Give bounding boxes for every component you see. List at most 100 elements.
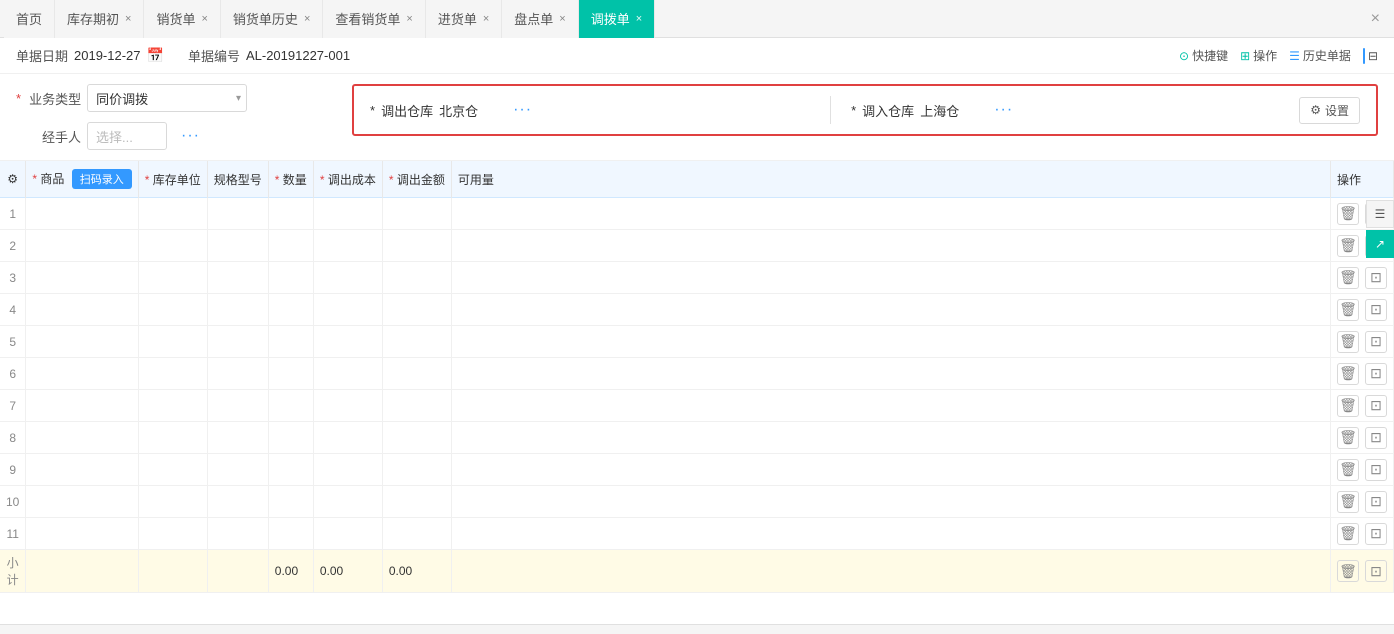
row-spec <box>207 454 268 486</box>
row-cost <box>313 358 382 390</box>
delete-icon[interactable]: 🗑 <box>1337 235 1359 257</box>
row-amount <box>382 422 451 454</box>
row-unit <box>138 390 207 422</box>
row-product[interactable] <box>26 422 138 454</box>
person-more-btn[interactable]: ··· <box>181 127 200 145</box>
row-cost <box>313 422 382 454</box>
tab-sales-order[interactable]: 销货单 × <box>144 0 220 38</box>
copy-icon[interactable]: ⊡ <box>1365 363 1387 385</box>
delete-icon[interactable]: 🗑 <box>1337 523 1359 545</box>
copy-icon[interactable]: ⊡ <box>1365 395 1387 417</box>
row-num: 8 <box>0 422 26 454</box>
row-product[interactable] <box>26 358 138 390</box>
close-tab-transfer[interactable]: × <box>636 13 642 25</box>
tab-purchase[interactable]: 进货单 × <box>426 0 502 38</box>
table-row: 11 🗑 ⊡ <box>0 518 1394 550</box>
row-product[interactable] <box>26 198 138 230</box>
main-content: 单据日期 2019-12-27 📅 单据编号 AL-20191227-001 ⊙… <box>0 38 1394 634</box>
business-type-select-wrapper[interactable]: 同价调拨 ▾ <box>87 84 247 112</box>
warehouse-in-label: 调入仓库 <box>862 101 914 120</box>
row-cost <box>313 486 382 518</box>
row-product[interactable] <box>26 294 138 326</box>
th-unit: * 库存单位 <box>138 161 207 198</box>
row-amount <box>382 326 451 358</box>
delete-icon[interactable]: 🗑 <box>1337 395 1359 417</box>
scrollbar-area[interactable] <box>0 624 1394 634</box>
delete-icon[interactable]: 🗑 <box>1337 427 1359 449</box>
tab-inventory-init[interactable]: 库存期初 × <box>55 0 144 38</box>
tab-home[interactable]: 首页 <box>4 0 55 38</box>
row-amount <box>382 358 451 390</box>
close-tab-view-sales[interactable]: × <box>406 13 412 25</box>
row-amount <box>382 390 451 422</box>
row-unit <box>138 454 207 486</box>
person-placeholder[interactable]: 选择... <box>87 122 167 150</box>
delete-icon[interactable]: 🗑 <box>1337 560 1359 582</box>
row-spec <box>207 518 268 550</box>
close-all-tabs[interactable]: × <box>1361 10 1390 28</box>
row-cost <box>313 294 382 326</box>
copy-icon[interactable]: ⊡ <box>1365 459 1387 481</box>
warehouse-section: * 调出仓库 北京仓 ··· * 调入仓库 上海仓 ··· ⚙ 设置 <box>352 84 1378 136</box>
row-amount <box>382 230 451 262</box>
row-qty <box>268 486 313 518</box>
right-tool-expand[interactable]: ↗ <box>1366 230 1394 258</box>
copy-icon[interactable]: ⊡ <box>1365 299 1387 321</box>
delete-icon[interactable]: 🗑 <box>1337 299 1359 321</box>
row-num: 9 <box>0 454 26 486</box>
delete-icon[interactable]: 🗑 <box>1337 459 1359 481</box>
delete-icon[interactable]: 🗑 <box>1337 267 1359 289</box>
row-product[interactable] <box>26 486 138 518</box>
settings-button[interactable]: ⚙ 设置 <box>1299 97 1360 124</box>
copy-icon[interactable]: ⊡ <box>1365 523 1387 545</box>
th-gear[interactable]: ⚙ <box>0 161 26 198</box>
row-ops: 🗑 ⊡ <box>1331 518 1394 550</box>
delete-icon[interactable]: 🗑 <box>1337 363 1359 385</box>
table-row: 2 🗑 ⊡ <box>0 230 1394 262</box>
row-product[interactable] <box>26 390 138 422</box>
delete-icon[interactable]: 🗑 <box>1337 203 1359 225</box>
copy-icon[interactable]: ⊡ <box>1365 427 1387 449</box>
row-cost <box>313 230 382 262</box>
copy-icon[interactable]: ⊡ <box>1365 560 1387 582</box>
calendar-icon[interactable]: 📅 <box>147 47 164 64</box>
row-product[interactable] <box>26 262 138 294</box>
business-type-select[interactable]: 同价调拨 <box>87 84 247 112</box>
close-tab-sales-order[interactable]: × <box>201 13 207 25</box>
row-num: 2 <box>0 230 26 262</box>
scan-button[interactable]: 扫码录入 <box>72 169 132 189</box>
tab-view-sales[interactable]: 查看销货单 × <box>323 0 425 38</box>
shortcut-btn[interactable]: ⊙ 快捷键 <box>1179 47 1228 64</box>
warehouse-in-field: * 调入仓库 上海仓 ··· <box>851 101 1291 120</box>
ops-btn[interactable]: ⊞ 操作 <box>1240 47 1277 64</box>
tab-inventory-check[interactable]: 盘点单 × <box>502 0 578 38</box>
row-unit <box>138 326 207 358</box>
right-tool-list[interactable]: ☰ <box>1366 200 1394 228</box>
close-tab-inventory-check[interactable]: × <box>559 13 565 25</box>
warehouse-out-more-btn[interactable]: ··· <box>513 101 532 119</box>
tab-transfer[interactable]: 调拨单 × <box>579 0 655 38</box>
table-row: 3 🗑 ⊡ <box>0 262 1394 294</box>
row-avail <box>451 230 1330 262</box>
copy-icon[interactable]: ⊡ <box>1365 491 1387 513</box>
row-product[interactable] <box>26 518 138 550</box>
close-tab-purchase[interactable]: × <box>483 13 489 25</box>
table-row: 4 🗑 ⊡ <box>0 294 1394 326</box>
copy-icon[interactable]: ⊡ <box>1365 267 1387 289</box>
row-product[interactable] <box>26 326 138 358</box>
row-avail <box>451 326 1330 358</box>
tab-bar: 首页 库存期初 × 销货单 × 销货单历史 × 查看销货单 × 进货单 × 盘点… <box>0 0 1394 38</box>
delete-icon[interactable]: 🗑 <box>1337 331 1359 353</box>
row-product[interactable] <box>26 454 138 486</box>
close-tab-sales-history[interactable]: × <box>304 13 310 25</box>
warehouse-in-more-btn[interactable]: ··· <box>994 101 1013 119</box>
settings-icon: ⚙ <box>1310 103 1321 117</box>
history-btn[interactable]: ☰ 历史单据 <box>1289 47 1351 64</box>
row-product[interactable] <box>26 230 138 262</box>
close-tab-inventory-init[interactable]: × <box>125 13 131 25</box>
copy-icon[interactable]: ⊡ <box>1365 331 1387 353</box>
tab-sales-history[interactable]: 销货单历史 × <box>221 0 323 38</box>
delete-icon[interactable]: 🗑 <box>1337 491 1359 513</box>
row-unit <box>138 198 207 230</box>
view-toggle-btn[interactable]: ⊟ <box>1368 49 1378 63</box>
